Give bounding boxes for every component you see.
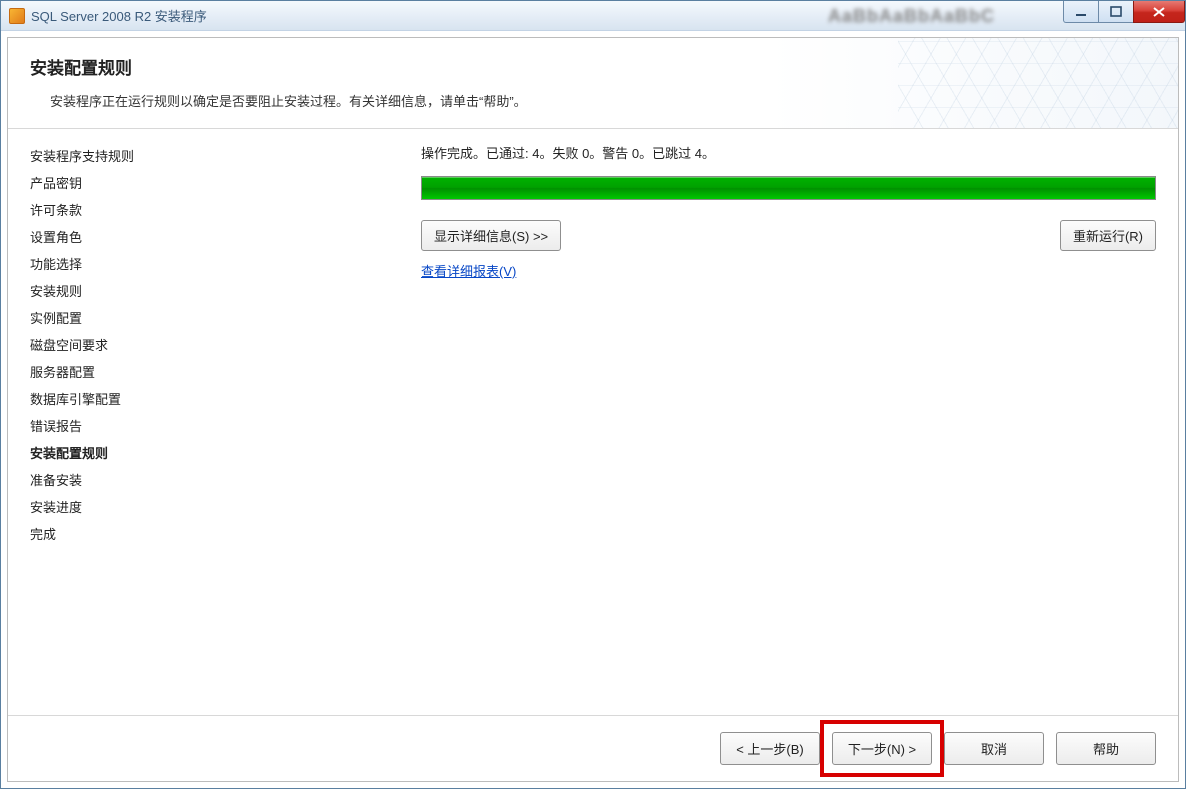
sidebar-item-10[interactable]: 错误报告 <box>30 413 403 440</box>
sidebar-item-1[interactable]: 产品密钥 <box>30 170 403 197</box>
sidebar-item-3[interactable]: 设置角色 <box>30 224 403 251</box>
help-button[interactable]: 帮助 <box>1056 732 1156 765</box>
header: 安装配置规则 安装程序正在运行规则以确定是否要阻止安装过程。有关详细信息，请单击… <box>8 38 1178 129</box>
sidebar-item-9[interactable]: 数据库引擎配置 <box>30 386 403 413</box>
sidebar-item-7[interactable]: 磁盘空间要求 <box>30 332 403 359</box>
sidebar-item-5[interactable]: 安装规则 <box>30 278 403 305</box>
sidebar-item-12[interactable]: 准备安装 <box>30 467 403 494</box>
action-row: 显示详细信息(S) >> 重新运行(R) <box>421 220 1156 251</box>
maximize-icon <box>1110 6 1122 18</box>
next-button[interactable]: 下一步(N) > <box>832 732 932 765</box>
minimize-button[interactable] <box>1063 1 1099 23</box>
installer-window: SQL Server 2008 R2 安装程序 AaBbAaBbAaBbC 安装… <box>0 0 1186 789</box>
cancel-button[interactable]: 取消 <box>944 732 1044 765</box>
sidebar-item-0[interactable]: 安装程序支持规则 <box>30 143 403 170</box>
inner-frame: 安装配置规则 安装程序正在运行规则以确定是否要阻止安装过程。有关详细信息，请单击… <box>7 37 1179 782</box>
progress-bar <box>421 176 1156 200</box>
background-blur-text: AaBbAaBbAaBbC <box>828 1 995 31</box>
main-content: 操作完成。已通过: 4。失败 0。警告 0。已跳过 4。 显示详细信息(S) >… <box>403 129 1178 715</box>
maximize-button[interactable] <box>1098 1 1134 23</box>
page-description: 安装程序正在运行规则以确定是否要阻止安装过程。有关详细信息，请单击“帮助”。 <box>30 91 1156 110</box>
sidebar-item-14[interactable]: 完成 <box>30 521 403 548</box>
sidebar-item-11[interactable]: 安装配置规则 <box>30 440 403 467</box>
back-button[interactable]: < 上一步(B) <box>720 732 820 765</box>
sidebar-item-6[interactable]: 实例配置 <box>30 305 403 332</box>
minimize-icon <box>1075 6 1087 18</box>
window-controls <box>1064 1 1185 23</box>
app-icon <box>9 8 25 24</box>
view-report-link[interactable]: 查看详细报表(V) <box>421 264 516 279</box>
page-title: 安装配置规则 <box>30 54 1156 79</box>
window-title: SQL Server 2008 R2 安装程序 <box>31 6 207 25</box>
sidebar-item-13[interactable]: 安装进度 <box>30 494 403 521</box>
close-button[interactable] <box>1133 1 1185 23</box>
close-icon <box>1152 6 1166 18</box>
sidebar: 安装程序支持规则产品密钥许可条款设置角色功能选择安装规则实例配置磁盘空间要求服务… <box>8 129 403 715</box>
body: 安装程序支持规则产品密钥许可条款设置角色功能选择安装规则实例配置磁盘空间要求服务… <box>8 129 1178 715</box>
show-details-button[interactable]: 显示详细信息(S) >> <box>421 220 561 251</box>
sidebar-item-4[interactable]: 功能选择 <box>30 251 403 278</box>
status-text: 操作完成。已通过: 4。失败 0。警告 0。已跳过 4。 <box>421 143 1156 162</box>
rerun-button[interactable]: 重新运行(R) <box>1060 220 1156 251</box>
titlebar: SQL Server 2008 R2 安装程序 AaBbAaBbAaBbC <box>1 1 1185 31</box>
footer: < 上一步(B) 下一步(N) > 取消 帮助 <box>8 715 1178 781</box>
sidebar-item-2[interactable]: 许可条款 <box>30 197 403 224</box>
sidebar-item-8[interactable]: 服务器配置 <box>30 359 403 386</box>
